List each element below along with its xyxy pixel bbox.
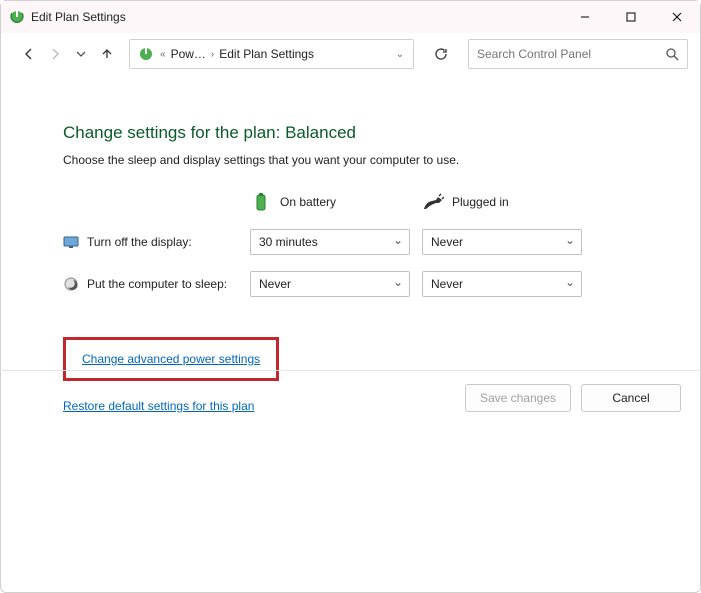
address-bar[interactable]: « Pow… › Edit Plan Settings ⌄ bbox=[129, 39, 414, 69]
address-dropdown-button[interactable]: ⌄ bbox=[391, 49, 409, 60]
power-plan-icon bbox=[9, 9, 25, 25]
row-label-text: Put the computer to sleep: bbox=[87, 277, 227, 291]
power-plan-icon bbox=[138, 46, 154, 62]
breadcrumb-item[interactable]: Pow… bbox=[168, 47, 209, 61]
cancel-button[interactable]: Cancel bbox=[581, 384, 681, 412]
save-button[interactable]: Save changes bbox=[465, 384, 571, 412]
titlebar: Edit Plan Settings bbox=[1, 1, 700, 33]
window-title: Edit Plan Settings bbox=[31, 10, 562, 24]
page-subtitle: Choose the sleep and display settings th… bbox=[63, 153, 660, 167]
window-controls bbox=[562, 1, 700, 33]
row-label-text: Turn off the display: bbox=[87, 235, 192, 249]
sleep-battery-combo[interactable]: Never bbox=[250, 271, 410, 297]
chevron-right-icon: › bbox=[209, 49, 216, 60]
change-advanced-link[interactable]: Change advanced power settings bbox=[82, 352, 260, 366]
page-title: Change settings for the plan: Balanced bbox=[63, 123, 660, 143]
plug-icon bbox=[422, 191, 444, 213]
column-label: On battery bbox=[280, 195, 336, 209]
highlight-annotation: Change advanced power settings bbox=[63, 337, 279, 381]
display-plugged-combo[interactable]: Never bbox=[422, 229, 582, 255]
restore-defaults-link[interactable]: Restore default settings for this plan bbox=[63, 399, 254, 413]
search-box[interactable] bbox=[468, 39, 688, 69]
sleep-icon bbox=[63, 276, 79, 292]
row-label-display: Turn off the display: bbox=[63, 234, 238, 250]
sleep-plugged-combo[interactable]: Never bbox=[422, 271, 582, 297]
back-button[interactable] bbox=[19, 44, 39, 64]
battery-icon bbox=[250, 191, 272, 213]
nav-toolbar: « Pow… › Edit Plan Settings ⌄ bbox=[1, 33, 700, 75]
footer-buttons: Save changes Cancel bbox=[465, 384, 681, 412]
up-button[interactable] bbox=[97, 44, 117, 64]
display-battery-combo[interactable]: 30 minutes bbox=[250, 229, 410, 255]
column-header-plugged: Plugged in bbox=[422, 191, 582, 213]
close-button[interactable] bbox=[654, 1, 700, 33]
column-header-battery: On battery bbox=[250, 191, 410, 213]
minimize-button[interactable] bbox=[562, 1, 608, 33]
display-icon bbox=[63, 234, 79, 250]
refresh-button[interactable] bbox=[426, 39, 456, 69]
maximize-button[interactable] bbox=[608, 1, 654, 33]
search-icon[interactable] bbox=[666, 48, 679, 61]
footer-divider bbox=[0, 370, 701, 371]
settings-grid: On battery Plugged in Turn off the displ… bbox=[63, 191, 660, 297]
forward-button[interactable] bbox=[45, 44, 65, 64]
search-input[interactable] bbox=[477, 47, 666, 61]
recent-locations-button[interactable] bbox=[71, 44, 91, 64]
content-area: Change settings for the plan: Balanced C… bbox=[1, 75, 700, 415]
breadcrumb-item[interactable]: Edit Plan Settings bbox=[216, 47, 317, 61]
row-label-sleep: Put the computer to sleep: bbox=[63, 276, 238, 292]
breadcrumb-overflow-icon[interactable]: « bbox=[158, 49, 168, 60]
column-label: Plugged in bbox=[452, 195, 509, 209]
